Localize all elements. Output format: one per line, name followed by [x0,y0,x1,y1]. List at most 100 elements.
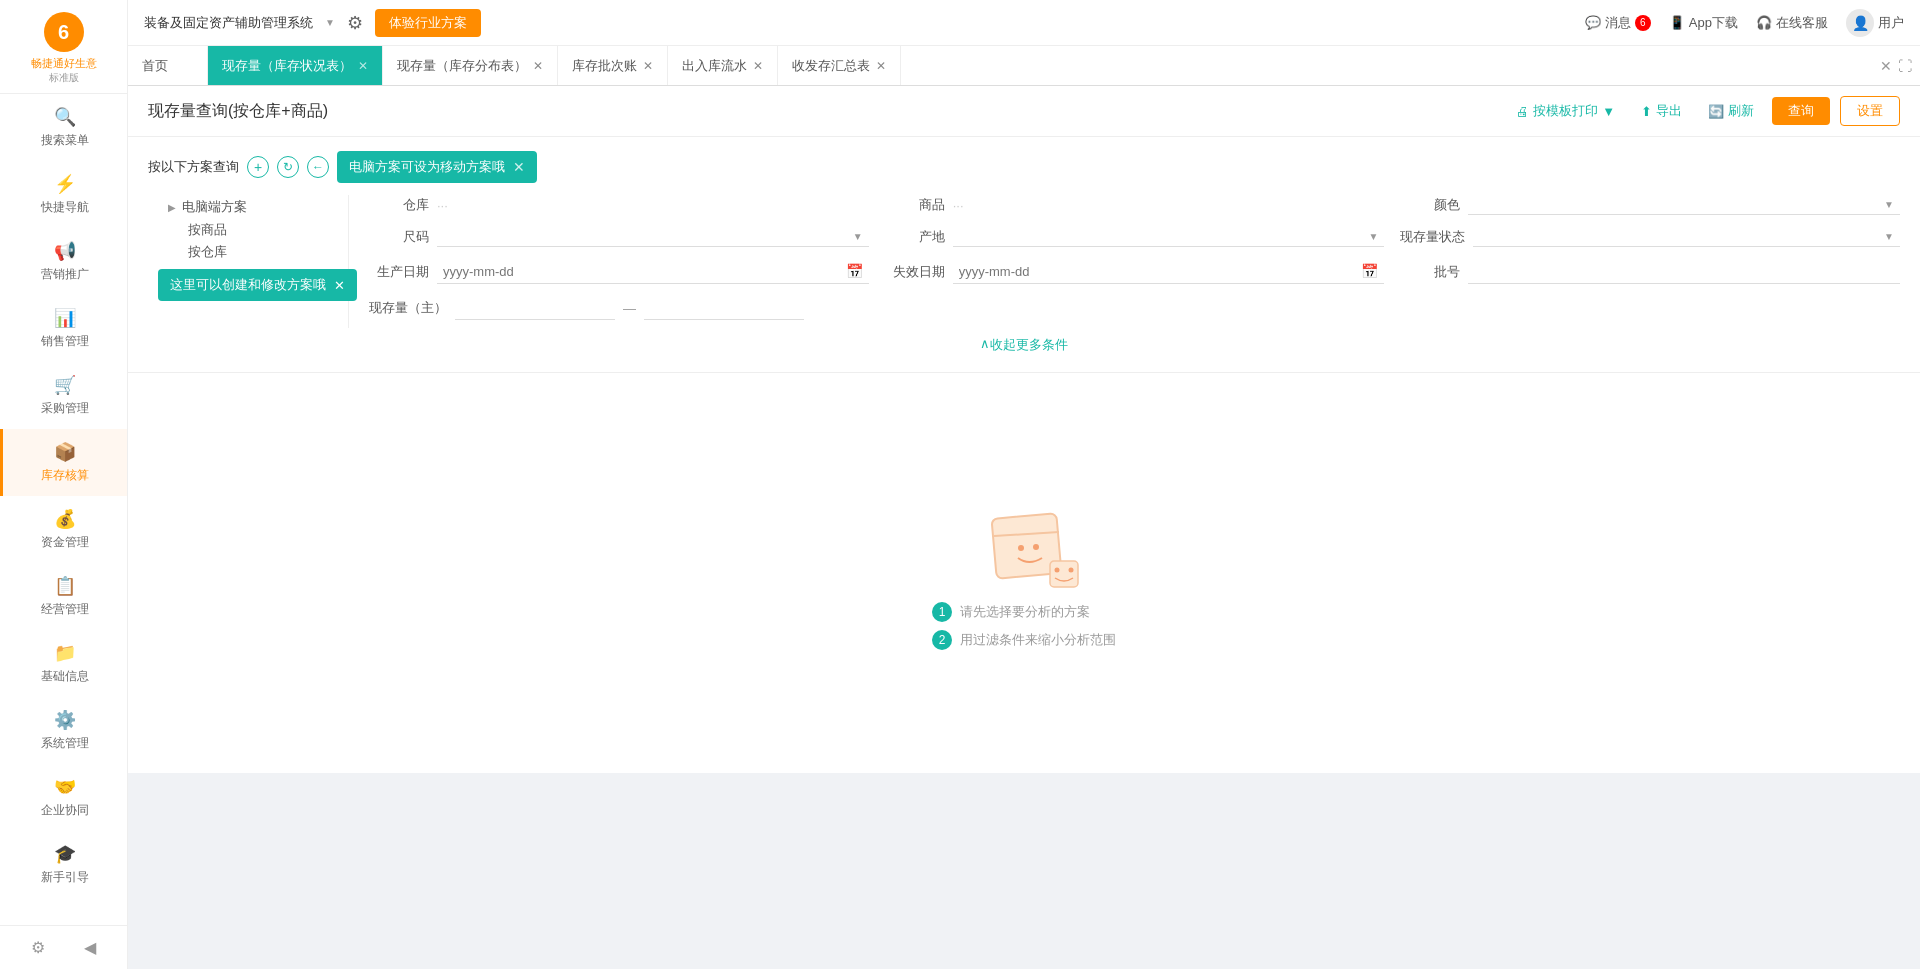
tab-inventory-dist[interactable]: 现存量（库存分布表） ✕ [383,46,558,85]
sidebar-item-sales[interactable]: 📊 销售管理 [0,295,127,362]
origin-select[interactable]: ▼ [953,227,1385,247]
tooltip1-close[interactable]: ✕ [513,159,525,175]
sidebar-item-system[interactable]: ⚙️ 系统管理 [0,697,127,764]
tab-flow-close[interactable]: ✕ [753,59,763,73]
logo-icon: 6 [44,12,84,52]
expiry-date-input[interactable] [959,264,1358,279]
scheme-group-desktop: ▶ 电脑端方案 按商品 按仓库 [168,195,348,263]
tab-summary-close[interactable]: ✕ [876,59,886,73]
inventory-main-to-input[interactable] [644,296,804,320]
settings-main-btn[interactable]: 设置 [1840,96,1900,126]
filter-field-goods: 商品 ··· [885,196,1385,214]
sidebar-item-label-operation: 经营管理 [41,601,89,618]
sidebar-item-label-system: 系统管理 [41,735,89,752]
tab-flow[interactable]: 出入库流水 ✕ [668,46,778,85]
empty-step-1: 1 请先选择要分析的方案 [932,602,1116,622]
tab-inventory-status[interactable]: 现存量（库存状况表） ✕ [208,46,383,85]
sidebar-item-basic[interactable]: 📁 基础信息 [0,630,127,697]
goods-dots: ··· [953,198,964,213]
sidebar-item-quick[interactable]: ⚡ 快捷导航 [0,161,127,228]
system-name: 装备及固定资产辅助管理系统 [144,14,313,32]
search-main-btn[interactable]: 查询 [1772,97,1830,125]
app-download-action[interactable]: 📱 App下载 [1669,14,1738,32]
tab-summary-label: 收发存汇总表 [792,57,870,75]
tab-inventory-dist-close[interactable]: ✕ [533,59,543,73]
export-btn[interactable]: ⬆ 导出 [1633,98,1690,124]
production-date-calendar-icon[interactable]: 📅 [846,263,863,279]
settings-footer-btn[interactable]: ⚙ [31,938,45,957]
filter-arrow-btn[interactable]: ← [307,156,329,178]
collapse-chevron-icon: ∧ [980,336,990,354]
stock-status-select[interactable]: ▼ [1473,227,1900,247]
page-title: 现存量查询(按仓库+商品) [148,101,328,122]
refresh-btn[interactable]: 🔄 刷新 [1700,98,1762,124]
scheme-desktop-header[interactable]: ▶ 电脑端方案 [168,195,348,219]
warehouse-dots: ··· [437,198,448,213]
stock-status-chevron-icon: ▼ [1884,231,1894,242]
filter-field-expiry-date: 失效日期 📅 [885,259,1385,284]
tab-close-all-icon[interactable]: ✕ [1880,58,1892,74]
print-template-btn[interactable]: 🖨 按模板打印 ▼ [1508,98,1623,124]
svg-point-3 [1033,544,1039,550]
header-settings-icon[interactable]: ⚙ [347,12,363,34]
scheme-desktop-label: 电脑端方案 [182,198,247,216]
tab-inventory-status-close[interactable]: ✕ [358,59,368,73]
message-action[interactable]: 💬 消息 6 [1585,14,1651,32]
filter-header: 按以下方案查询 + ↻ ← 电脑方案可设为移动方案哦 ✕ [148,151,1900,183]
warehouse-label: 仓库 [369,196,429,214]
tab-maximize-icon[interactable]: ⛶ [1898,58,1912,74]
user-avatar: 👤 [1846,9,1874,37]
trial-btn[interactable]: 体验行业方案 [375,9,481,37]
step-num-1: 1 [932,602,952,622]
expiry-date-calendar-icon[interactable]: 📅 [1361,263,1378,279]
sidebar-item-label-inventory: 库存核算 [41,467,89,484]
collapse-sidebar-btn[interactable]: ◀ [84,938,96,957]
collapse-more-conditions-btn[interactable]: ∧ 收起更多条件 [148,328,1900,362]
scheme-item-goods[interactable]: 按商品 [188,219,348,241]
tab-home[interactable]: 首页 [128,46,208,85]
export-icon: ⬆ [1641,104,1652,119]
sidebar-item-search[interactable]: 🔍 搜索菜单 [0,94,127,161]
tooltip-desktop-scheme: 电脑方案可设为移动方案哦 ✕ [337,151,537,183]
filter-field-stock-status: 现存量状态 ▼ [1400,227,1900,247]
sidebar-item-finance[interactable]: 💰 资金管理 [0,496,127,563]
tab-summary[interactable]: 收发存汇总表 ✕ [778,46,901,85]
sidebar-item-purchase[interactable]: 🛒 采购管理 [0,362,127,429]
print-template-label: 按模板打印 [1533,102,1598,120]
tab-batch-account[interactable]: 库存批次账 ✕ [558,46,668,85]
sidebar-item-inventory[interactable]: 📦 库存核算 [0,429,127,496]
basic-nav-icon: 📁 [54,642,76,664]
search-nav-icon: 🔍 [54,106,76,128]
user-action[interactable]: 👤 用户 [1846,9,1904,37]
production-date-input[interactable] [443,264,842,279]
color-select[interactable]: ▼ [1468,195,1900,215]
sidebar-item-label-enterprise: 企业协同 [41,802,89,819]
scheme-item-warehouse[interactable]: 按仓库 [188,241,348,263]
filter-field-batch-no: 批号 [1400,260,1900,284]
filter-field-size: 尺码 ▼ [369,227,869,247]
size-select[interactable]: ▼ [437,227,869,247]
system-dropdown-icon[interactable]: ▼ [325,17,335,28]
online-support-action[interactable]: 🎧 在线客服 [1756,14,1828,32]
sidebar-item-enterprise[interactable]: 🤝 企业协同 [0,764,127,831]
origin-chevron-icon: ▼ [1368,231,1378,242]
tab-batch-account-close[interactable]: ✕ [643,59,653,73]
batch-no-input[interactable] [1468,260,1900,284]
filter-add-btn[interactable]: + [247,156,269,178]
filter-refresh-btn[interactable]: ↻ [277,156,299,178]
sidebar-item-marketing[interactable]: 📢 营销推广 [0,228,127,295]
scheme-desktop-items: 按商品 按仓库 [188,219,348,263]
tooltip2-close[interactable]: ✕ [334,278,345,293]
empty-illustration [974,496,1074,586]
inventory-main-from-input[interactable] [455,296,615,320]
sidebar-item-newuser[interactable]: 🎓 新手引导 [0,831,127,898]
newuser-nav-icon: 🎓 [54,843,76,865]
sidebar-item-label-basic: 基础信息 [41,668,89,685]
tab-home-label: 首页 [142,57,168,75]
svg-point-5 [1055,568,1060,573]
scheme-item-warehouse-label: 按仓库 [188,244,227,259]
scheme-desktop-arrow: ▶ [168,202,176,213]
sidebar-item-operation[interactable]: 📋 经营管理 [0,563,127,630]
user-name-label: 用户 [1878,14,1904,32]
page-title-bar: 现存量查询(按仓库+商品) 🖨 按模板打印 ▼ ⬆ 导出 🔄 刷新 查询 设置 [128,86,1920,137]
